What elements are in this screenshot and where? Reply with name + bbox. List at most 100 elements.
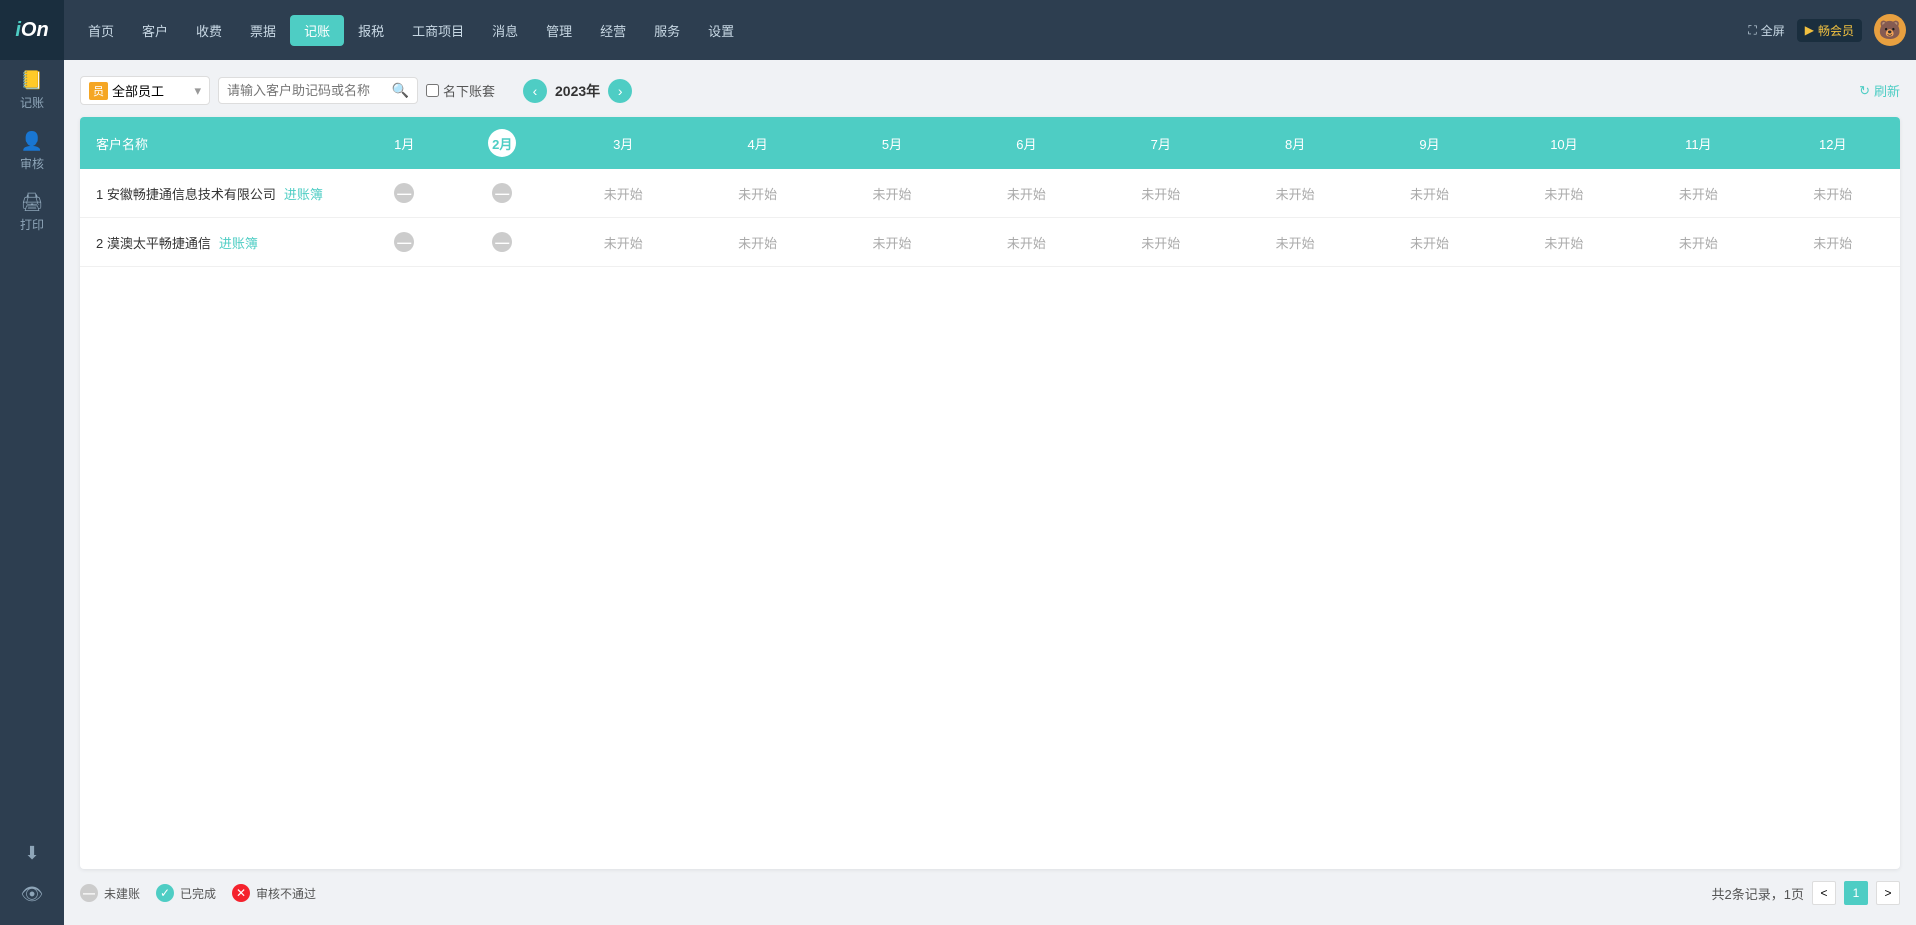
col-jul: 7月 xyxy=(1094,117,1228,169)
enter-account-link[interactable]: 进账簿 xyxy=(284,187,323,202)
not-built-icon: — xyxy=(80,884,98,902)
topnav: 首页 客户 收费 票据 记账 报税 工商项目 消息 管理 经营 服务 设置 ⛶ … xyxy=(64,0,1916,60)
fullscreen-btn[interactable]: ⛶ 全屏 xyxy=(1748,22,1784,39)
account-checkbox-wrap[interactable]: 名下账套 xyxy=(426,81,495,100)
status-dash-icon: — xyxy=(394,232,414,252)
nav-business[interactable]: 工商项目 xyxy=(398,15,478,46)
search-button[interactable]: 🔍 xyxy=(392,82,409,99)
status-not-started: 未开始 xyxy=(872,187,911,202)
month-cell-3: 未开始 xyxy=(690,169,824,218)
accounting-icon: 📒 xyxy=(21,70,43,91)
account-checkbox[interactable] xyxy=(426,84,439,97)
topnav-right: ⛶ 全屏 ▶ 畅会员 🐻 xyxy=(1748,14,1906,46)
client-name-text: 漠澳太平畅捷通信 xyxy=(107,236,211,251)
month-cell-3: 未开始 xyxy=(690,218,824,267)
col-sep: 9月 xyxy=(1362,117,1496,169)
sidebar-item-print[interactable]: 🖨 打印 xyxy=(0,182,64,243)
refresh-button[interactable]: ↻ 刷新 xyxy=(1859,81,1900,100)
sidebar-item-audit[interactable]: 👤 审核 xyxy=(0,121,64,182)
month-cell-6: 未开始 xyxy=(1094,169,1228,218)
sidebar: iOn 📒 记账 👤 审核 🖨 打印 ⬇ 👁 xyxy=(0,0,64,925)
status-not-started: 未开始 xyxy=(1276,187,1315,202)
status-dash-icon: — xyxy=(492,232,512,252)
refresh-icon: ↻ xyxy=(1859,83,1870,99)
status-not-started: 未开始 xyxy=(1276,236,1315,251)
page-body: 员 全部员工 ▾ 🔍 名下账套 ‹ 2023年 › ↻ 刷新 xyxy=(64,60,1916,925)
legend-not-built: — 未建账 xyxy=(80,884,140,902)
status-not-started: 未开始 xyxy=(1813,236,1852,251)
status-not-started: 未开始 xyxy=(738,236,777,251)
status-not-started: 未开始 xyxy=(1007,187,1046,202)
month-cell-11: 未开始 xyxy=(1766,169,1900,218)
month-cell-8: 未开始 xyxy=(1362,169,1496,218)
year-next-btn[interactable]: › xyxy=(608,79,632,103)
year-nav: ‹ 2023年 › xyxy=(523,79,632,103)
status-not-started: 未开始 xyxy=(1007,236,1046,251)
page-current-btn[interactable]: 1 xyxy=(1844,881,1868,905)
sidebar-item-support[interactable]: 👁 xyxy=(0,874,64,915)
status-not-started: 未开始 xyxy=(1813,187,1852,202)
client-index: 1 xyxy=(96,187,107,202)
year-prev-btn[interactable]: ‹ xyxy=(523,79,547,103)
status-not-started: 未开始 xyxy=(738,187,777,202)
status-not-started: 未开始 xyxy=(1141,187,1180,202)
month-cell-0: — xyxy=(360,218,449,267)
col-name: 客户名称 xyxy=(80,117,360,169)
status-not-started: 未开始 xyxy=(1410,187,1449,202)
col-jun: 6月 xyxy=(959,117,1093,169)
month-cell-1: — xyxy=(449,218,556,267)
col-jan: 1月 xyxy=(360,117,449,169)
download-icon: ⬇ xyxy=(24,843,39,864)
nav-invoice[interactable]: 票据 xyxy=(236,15,290,46)
pagination: 共2条记录，1页 < 1 > xyxy=(1712,881,1900,905)
audit-icon: 👤 xyxy=(21,131,43,152)
status-dash-icon: — xyxy=(394,183,414,203)
nav-operation[interactable]: 经营 xyxy=(586,15,640,46)
table-row: 2 漠澳太平畅捷通信进账簿——未开始未开始未开始未开始未开始未开始未开始未开始未… xyxy=(80,218,1900,267)
nav-client[interactable]: 客户 xyxy=(128,15,182,46)
month-cell-0: — xyxy=(360,169,449,218)
nav-message[interactable]: 消息 xyxy=(478,15,532,46)
month-cell-10: 未开始 xyxy=(1631,218,1765,267)
page-prev-btn[interactable]: < xyxy=(1812,881,1836,905)
col-aug: 8月 xyxy=(1228,117,1362,169)
total-label: 共2条记录，1页 xyxy=(1712,884,1804,903)
nav-tax[interactable]: 报税 xyxy=(344,15,398,46)
nav-manage[interactable]: 管理 xyxy=(532,15,586,46)
enter-account-link[interactable]: 进账簿 xyxy=(219,236,258,251)
col-dec: 12月 xyxy=(1766,117,1900,169)
month-cell-7: 未开始 xyxy=(1228,218,1362,267)
main-content: 首页 客户 收费 票据 记账 报税 工商项目 消息 管理 经营 服务 设置 ⛶ … xyxy=(64,0,1916,925)
table-row: 1 安徽畅捷通信息技术有限公司进账簿 — — 未开始 未开始 未开始 未开始 未开始 未开始 未开… xyxy=(80,169,1900,218)
col-feb: 2月 xyxy=(449,117,556,169)
completed-icon: ✓ xyxy=(156,884,174,902)
status-not-started: 未开始 xyxy=(1679,236,1718,251)
client-index: 2 xyxy=(96,236,107,251)
app-logo: iOn xyxy=(0,0,64,60)
status-dash-icon: — xyxy=(492,183,512,203)
nav-service[interactable]: 服务 xyxy=(640,15,694,46)
col-may: 5月 xyxy=(825,117,959,169)
fullscreen-icon: ⛶ xyxy=(1748,23,1756,38)
nav-accounting[interactable]: 记账 xyxy=(290,15,344,46)
month-cell-2: 未开始 xyxy=(556,169,690,218)
search-input[interactable] xyxy=(227,83,388,98)
sidebar-item-accounting[interactable]: 📒 记账 xyxy=(0,60,64,121)
sidebar-item-download[interactable]: ⬇ xyxy=(0,833,64,874)
month-cell-6: 未开始 xyxy=(1094,218,1228,267)
client-name-text: 安徽畅捷通信息技术有限公司 xyxy=(107,187,276,202)
vip-btn[interactable]: ▶ 畅会员 xyxy=(1797,19,1862,42)
accounting-table: 客户名称 1月 2月 3月 4月 5月 6月 7月 8月 9月 10月 11月 xyxy=(80,117,1900,267)
page-next-btn[interactable]: > xyxy=(1876,881,1900,905)
month-cell-9: 未开始 xyxy=(1497,169,1631,218)
nav-billing[interactable]: 收费 xyxy=(182,15,236,46)
main-table-wrap: 客户名称 1月 2月 3月 4月 5月 6月 7月 8月 9月 10月 11月 xyxy=(80,117,1900,869)
nav-home[interactable]: 首页 xyxy=(74,15,128,46)
month-cell-2: 未开始 xyxy=(556,218,690,267)
avatar[interactable]: 🐻 xyxy=(1874,14,1906,46)
status-not-started: 未开始 xyxy=(1679,187,1718,202)
month-cell-8: 未开始 xyxy=(1362,218,1496,267)
nav-settings[interactable]: 设置 xyxy=(694,15,748,46)
employee-filter[interactable]: 员 全部员工 ▾ xyxy=(80,76,210,105)
col-oct: 10月 xyxy=(1497,117,1631,169)
